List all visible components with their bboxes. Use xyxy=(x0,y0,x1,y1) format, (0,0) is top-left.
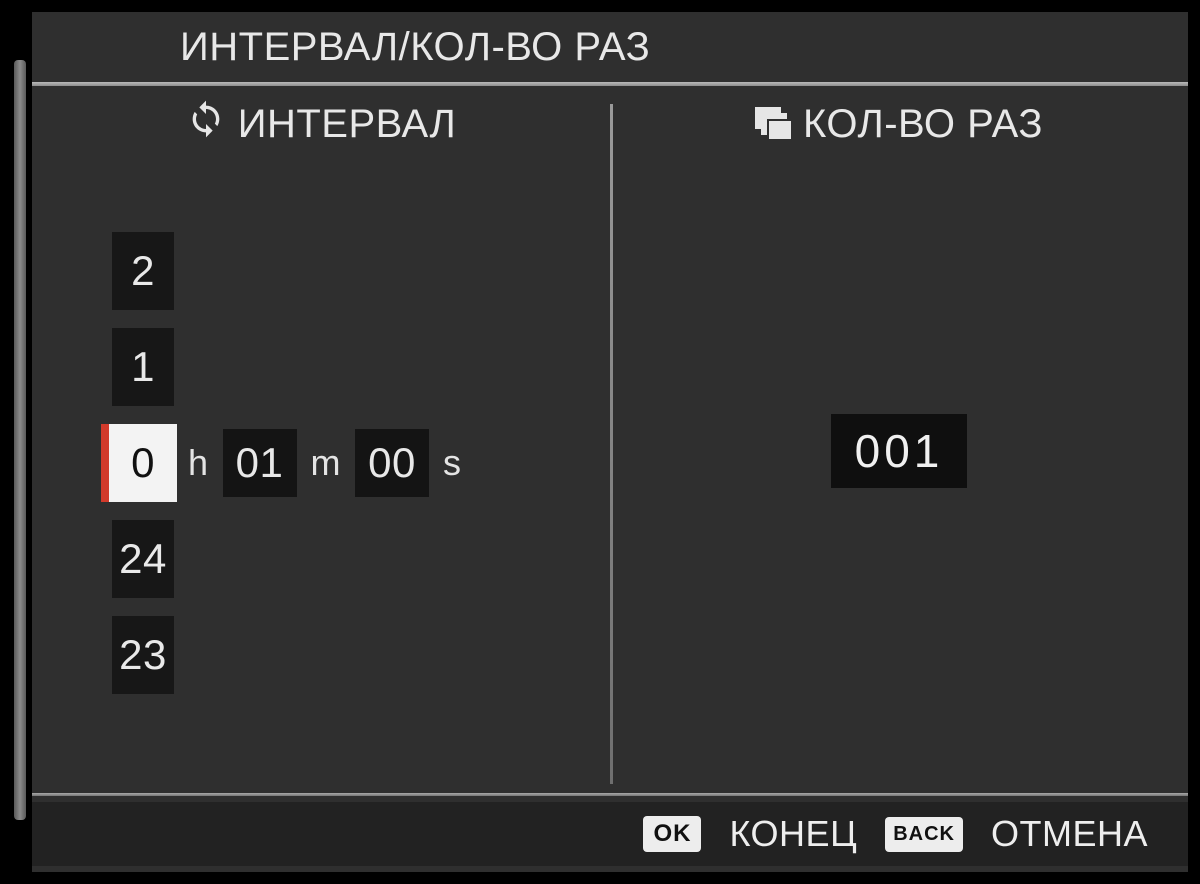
interval-header: ИНТЕРВАЛ xyxy=(32,94,610,154)
hours-option[interactable]: 2 xyxy=(112,232,174,310)
interval-column: ИНТЕРВАЛ 2 1 0 24 23 h 01 m 00 s xyxy=(32,94,610,794)
column-divider xyxy=(610,104,613,784)
page-title-text: ИНТЕРВАЛ/КОЛ-ВО РАЗ xyxy=(180,25,650,70)
hours-option[interactable]: 23 xyxy=(112,616,174,694)
count-body: 001 xyxy=(610,414,1188,488)
ok-button[interactable]: OK xyxy=(643,816,701,852)
hours-option[interactable]: 1 xyxy=(112,328,174,406)
hours-wheel[interactable]: 2 1 0 24 23 xyxy=(108,232,178,694)
columns: ИНТЕРВАЛ 2 1 0 24 23 h 01 m 00 s xyxy=(32,94,1188,794)
count-header: КОЛ-ВО РАЗ xyxy=(610,94,1188,154)
seconds-value[interactable]: 00 xyxy=(355,429,429,497)
count-header-label: КОЛ-ВО РАЗ xyxy=(803,102,1043,147)
unit-hours: h xyxy=(188,442,209,484)
unit-minutes: m xyxy=(311,442,342,484)
title-divider xyxy=(32,82,1188,86)
refresh-icon xyxy=(186,99,226,149)
count-column: КОЛ-ВО РАЗ 001 xyxy=(610,94,1188,794)
interval-body: 2 1 0 24 23 h 01 m 00 s xyxy=(108,232,462,694)
menu-screen: ИНТЕРВАЛ/КОЛ-ВО РАЗ ИНТЕРВАЛ 2 1 0 24 23 xyxy=(32,12,1188,872)
end-label: КОНЕЦ xyxy=(729,813,857,855)
page-title: ИНТЕРВАЛ/КОЛ-ВО РАЗ xyxy=(32,12,1188,82)
footer: OK КОНЕЦ BACK ОТМЕНА xyxy=(32,802,1188,866)
footer-divider xyxy=(32,793,1188,796)
hours-option-selected[interactable]: 0 xyxy=(109,424,177,502)
unit-seconds: s xyxy=(443,442,462,484)
burst-stack-icon xyxy=(755,107,791,141)
hms-row: h 01 m 00 s xyxy=(188,429,462,497)
interval-header-label: ИНТЕРВАЛ xyxy=(238,102,457,147)
hours-option[interactable]: 24 xyxy=(112,520,174,598)
cancel-label: ОТМЕНА xyxy=(991,813,1148,855)
left-edge-strip xyxy=(14,60,26,820)
back-button[interactable]: BACK xyxy=(885,817,963,852)
minutes-value[interactable]: 01 xyxy=(223,429,297,497)
count-value[interactable]: 001 xyxy=(831,414,968,488)
